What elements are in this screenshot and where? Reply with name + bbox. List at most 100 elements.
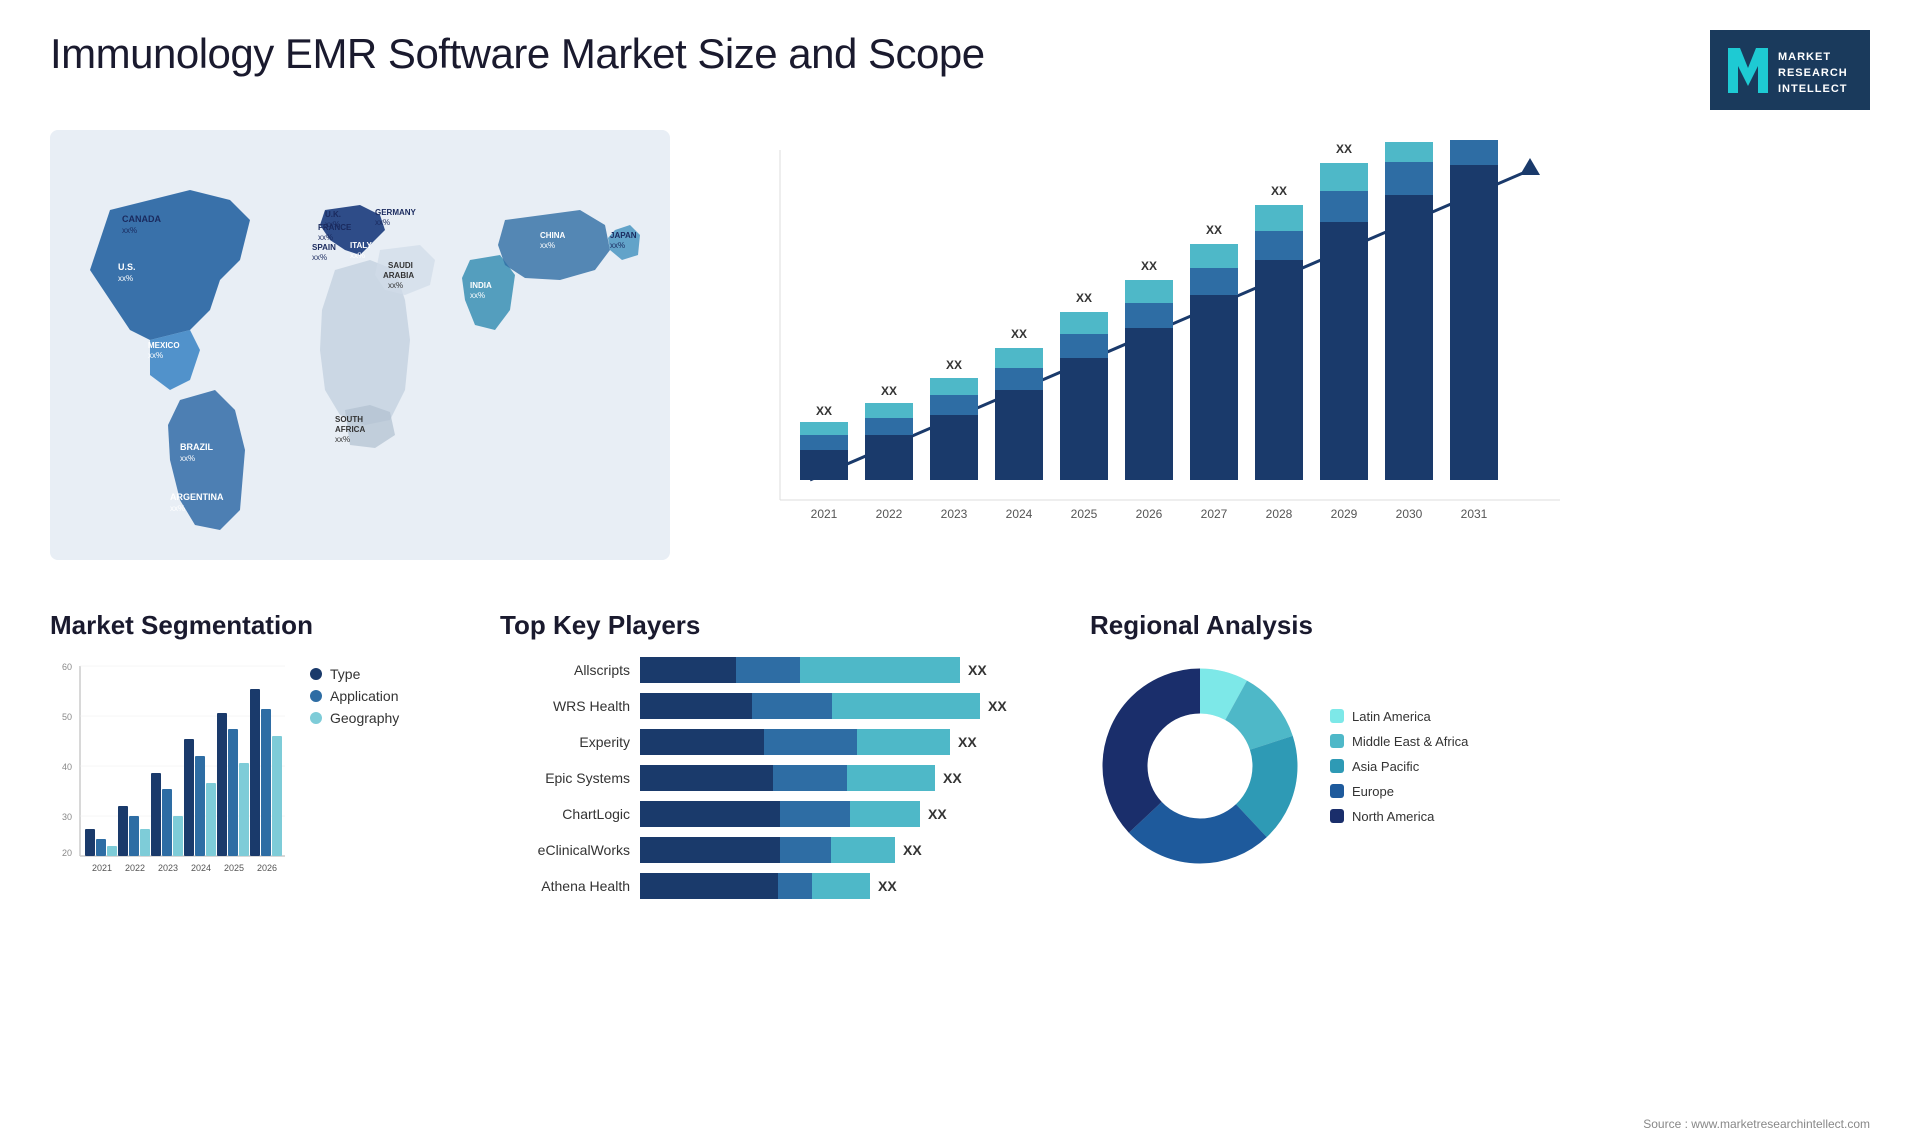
- svg-text:xx%: xx%: [470, 291, 485, 300]
- geo-dot: [310, 712, 322, 724]
- svg-text:ARGENTINA: ARGENTINA: [170, 492, 224, 502]
- svg-text:XX: XX: [1206, 223, 1222, 237]
- svg-text:20: 20: [62, 848, 72, 858]
- svg-text:2024: 2024: [1006, 507, 1033, 521]
- svg-text:RESEARCH: RESEARCH: [1778, 67, 1848, 79]
- legend-type: Type: [310, 666, 399, 682]
- svg-text:2026: 2026: [1136, 507, 1163, 521]
- key-players-section: Top Key Players Allscripts XX: [500, 610, 1060, 930]
- key-players-title: Top Key Players: [500, 610, 1060, 641]
- player-experity: Experity XX: [500, 728, 1060, 756]
- player-eclinical: eClinicalWorks XX: [500, 836, 1060, 864]
- svg-text:2026: 2026: [257, 863, 277, 873]
- svg-text:xx%: xx%: [318, 233, 333, 242]
- donut-container: Latin America Middle East & Africa Asia …: [1090, 656, 1870, 876]
- svg-text:SOUTH: SOUTH: [335, 415, 363, 424]
- svg-text:xx%: xx%: [540, 241, 555, 250]
- world-map: CANADA xx% U.S. xx% MEXICO xx% BRAZIL xx…: [50, 130, 670, 560]
- svg-text:2025: 2025: [1071, 507, 1098, 521]
- svg-text:xx%: xx%: [180, 454, 195, 463]
- svg-text:2023: 2023: [941, 507, 968, 521]
- logo-svg: MARKET RESEARCH INTELLECT: [1720, 38, 1860, 103]
- svg-text:AFRICA: AFRICA: [335, 425, 365, 434]
- svg-text:MARKET: MARKET: [1778, 51, 1831, 63]
- legend-europe: Europe: [1330, 784, 1468, 799]
- svg-text:CANADA: CANADA: [122, 214, 161, 224]
- segmentation-section: Market Segmentation 60 50: [50, 610, 470, 930]
- svg-text:JAPAN: JAPAN: [610, 231, 637, 240]
- donut-chart-svg: [1090, 656, 1310, 876]
- player-athena: Athena Health XX: [500, 872, 1060, 900]
- svg-text:2021: 2021: [811, 507, 838, 521]
- svg-text:ARABIA: ARABIA: [383, 271, 414, 280]
- svg-text:2027: 2027: [1201, 507, 1228, 521]
- svg-text:XX: XX: [881, 384, 897, 398]
- svg-text:xx%: xx%: [375, 218, 390, 227]
- svg-text:XX: XX: [1141, 259, 1157, 273]
- svg-text:2031: 2031: [1461, 507, 1488, 521]
- svg-text:2022: 2022: [876, 507, 903, 521]
- svg-text:U.K.: U.K.: [325, 210, 341, 219]
- header: Immunology EMR Software Market Size and …: [50, 30, 1870, 110]
- svg-text:xx%: xx%: [148, 351, 163, 360]
- svg-text:XX: XX: [1336, 142, 1352, 156]
- svg-text:BRAZIL: BRAZIL: [180, 442, 213, 452]
- svg-text:xx%: xx%: [335, 435, 350, 444]
- legend-geography: Geography: [310, 710, 399, 726]
- svg-text:MEXICO: MEXICO: [148, 341, 180, 350]
- logo-box: MARKET RESEARCH INTELLECT: [1710, 30, 1870, 110]
- segmentation-title: Market Segmentation: [50, 610, 470, 641]
- seg-chart-area: 60 50 40 30 20 2021: [50, 656, 290, 896]
- svg-text:U.S.: U.S.: [118, 262, 136, 272]
- svg-text:XX: XX: [1076, 291, 1092, 305]
- svg-text:xx%: xx%: [388, 281, 403, 290]
- svg-text:2028: 2028: [1266, 507, 1293, 521]
- svg-text:30: 30: [62, 812, 72, 822]
- player-epic: Epic Systems XX: [500, 764, 1060, 792]
- source-text: Source : www.marketresearchintellect.com: [1643, 1117, 1870, 1131]
- bottom-row: Market Segmentation 60 50: [50, 610, 1870, 930]
- svg-text:SPAIN: SPAIN: [312, 243, 336, 252]
- svg-text:INDIA: INDIA: [470, 281, 492, 290]
- regional-title: Regional Analysis: [1090, 610, 1870, 641]
- svg-text:2030: 2030: [1396, 507, 1423, 521]
- legend-latin-america: Latin America: [1330, 709, 1468, 724]
- svg-text:60: 60: [62, 662, 72, 672]
- player-wrs: WRS Health XX: [500, 692, 1060, 720]
- player-chartlogic: ChartLogic XX: [500, 800, 1060, 828]
- page-container: Immunology EMR Software Market Size and …: [0, 0, 1920, 1146]
- svg-text:GERMANY: GERMANY: [375, 208, 417, 217]
- svg-text:2022: 2022: [125, 863, 145, 873]
- donut-legend: Latin America Middle East & Africa Asia …: [1330, 709, 1468, 824]
- legend-north-america: North America: [1330, 809, 1468, 824]
- growth-chart-svg: XX 2021 XX 2022 XX 2023 XX 2024: [750, 140, 1570, 560]
- world-map-svg: CANADA xx% U.S. xx% MEXICO xx% BRAZIL xx…: [50, 130, 670, 560]
- svg-text:xx%: xx%: [312, 253, 327, 262]
- svg-text:2024: 2024: [191, 863, 211, 873]
- svg-text:CHINA: CHINA: [540, 231, 566, 240]
- svg-text:XX: XX: [946, 358, 962, 372]
- legend-mea: Middle East & Africa: [1330, 734, 1468, 749]
- svg-text:xx%: xx%: [118, 274, 133, 283]
- page-title: Immunology EMR Software Market Size and …: [50, 30, 985, 78]
- svg-text:XX: XX: [1271, 184, 1287, 198]
- svg-text:XX: XX: [816, 404, 832, 418]
- app-dot: [310, 690, 322, 702]
- legend-asia-pacific: Asia Pacific: [1330, 759, 1468, 774]
- svg-text:2023: 2023: [158, 863, 178, 873]
- seg-legend: Type Application Geography: [310, 666, 399, 896]
- player-allscripts: Allscripts XX: [500, 656, 1060, 684]
- svg-text:2025: 2025: [224, 863, 244, 873]
- svg-text:xx%: xx%: [350, 251, 365, 260]
- regional-section: Regional Analysis: [1090, 610, 1870, 930]
- svg-text:xx%: xx%: [122, 226, 137, 235]
- svg-text:FRANCE: FRANCE: [318, 223, 352, 232]
- svg-text:2029: 2029: [1331, 507, 1358, 521]
- svg-text:XX: XX: [1011, 327, 1027, 341]
- type-dot: [310, 668, 322, 680]
- svg-text:2021: 2021: [92, 863, 112, 873]
- svg-text:ITALY: ITALY: [350, 241, 372, 250]
- logo-area: MARKET RESEARCH INTELLECT: [1710, 30, 1870, 110]
- players-list: Allscripts XX WRS Health: [500, 656, 1060, 900]
- legend-application: Application: [310, 688, 399, 704]
